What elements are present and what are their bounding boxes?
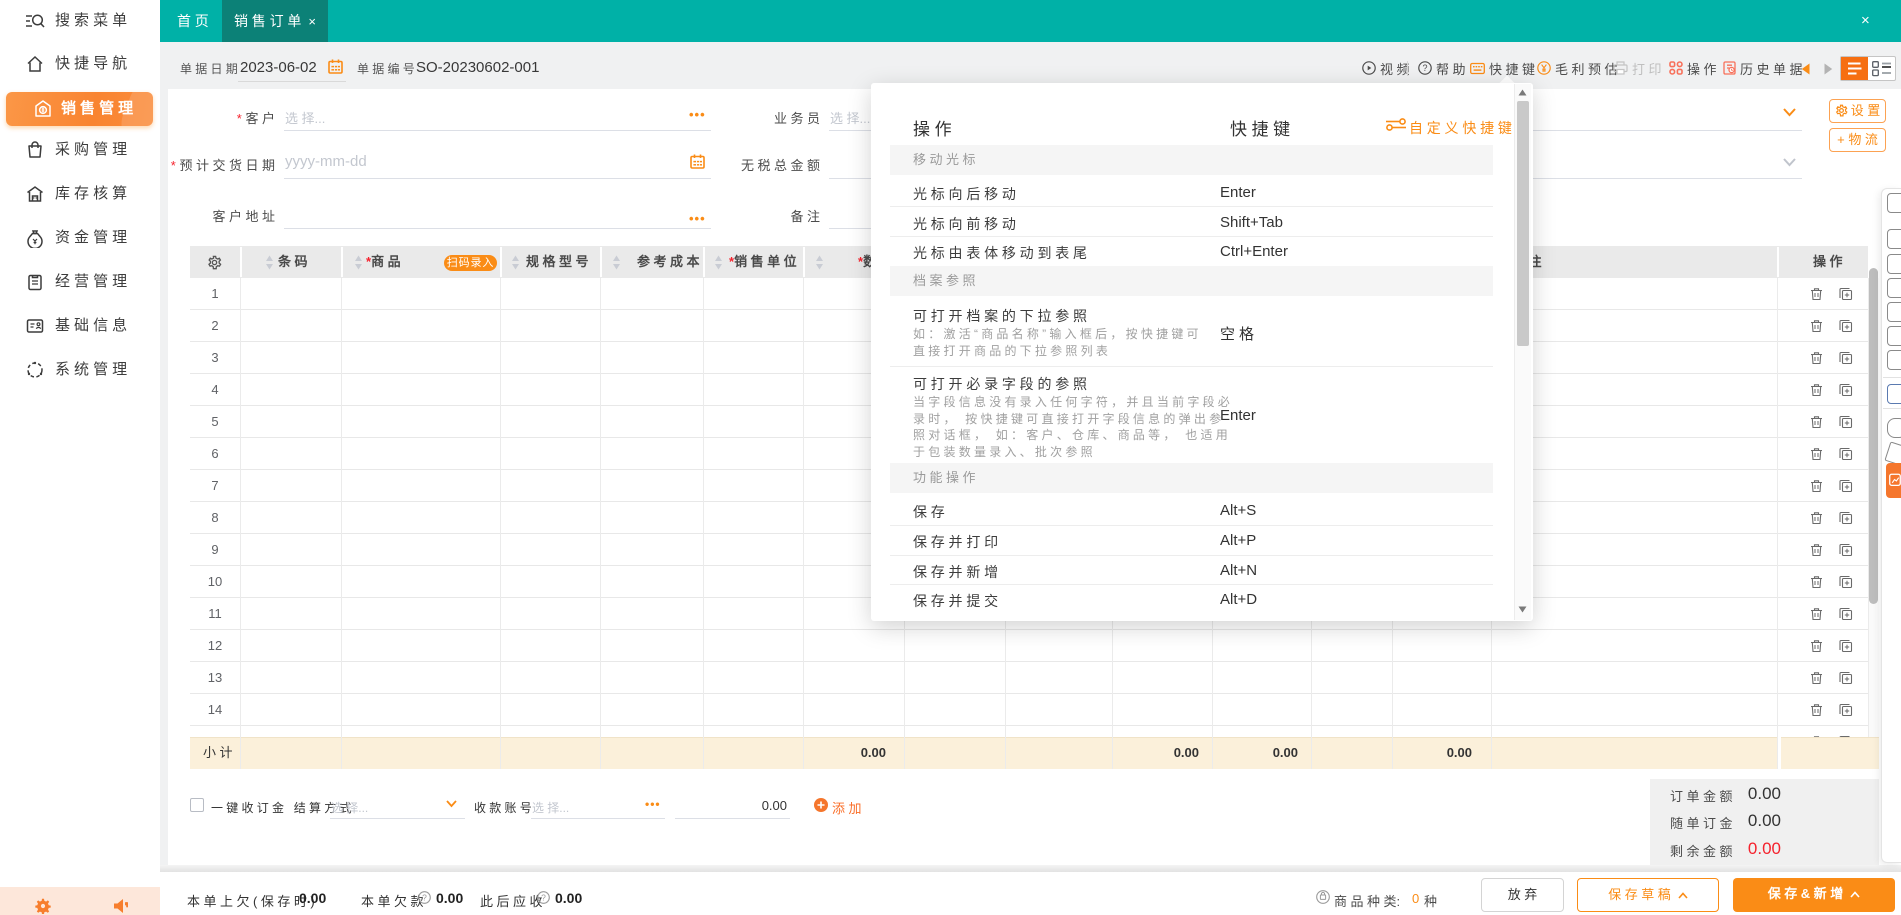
svg-text:?: ?	[1422, 63, 1427, 73]
svg-text:?: ?	[541, 892, 546, 902]
svg-text:?: ?	[422, 892, 427, 902]
